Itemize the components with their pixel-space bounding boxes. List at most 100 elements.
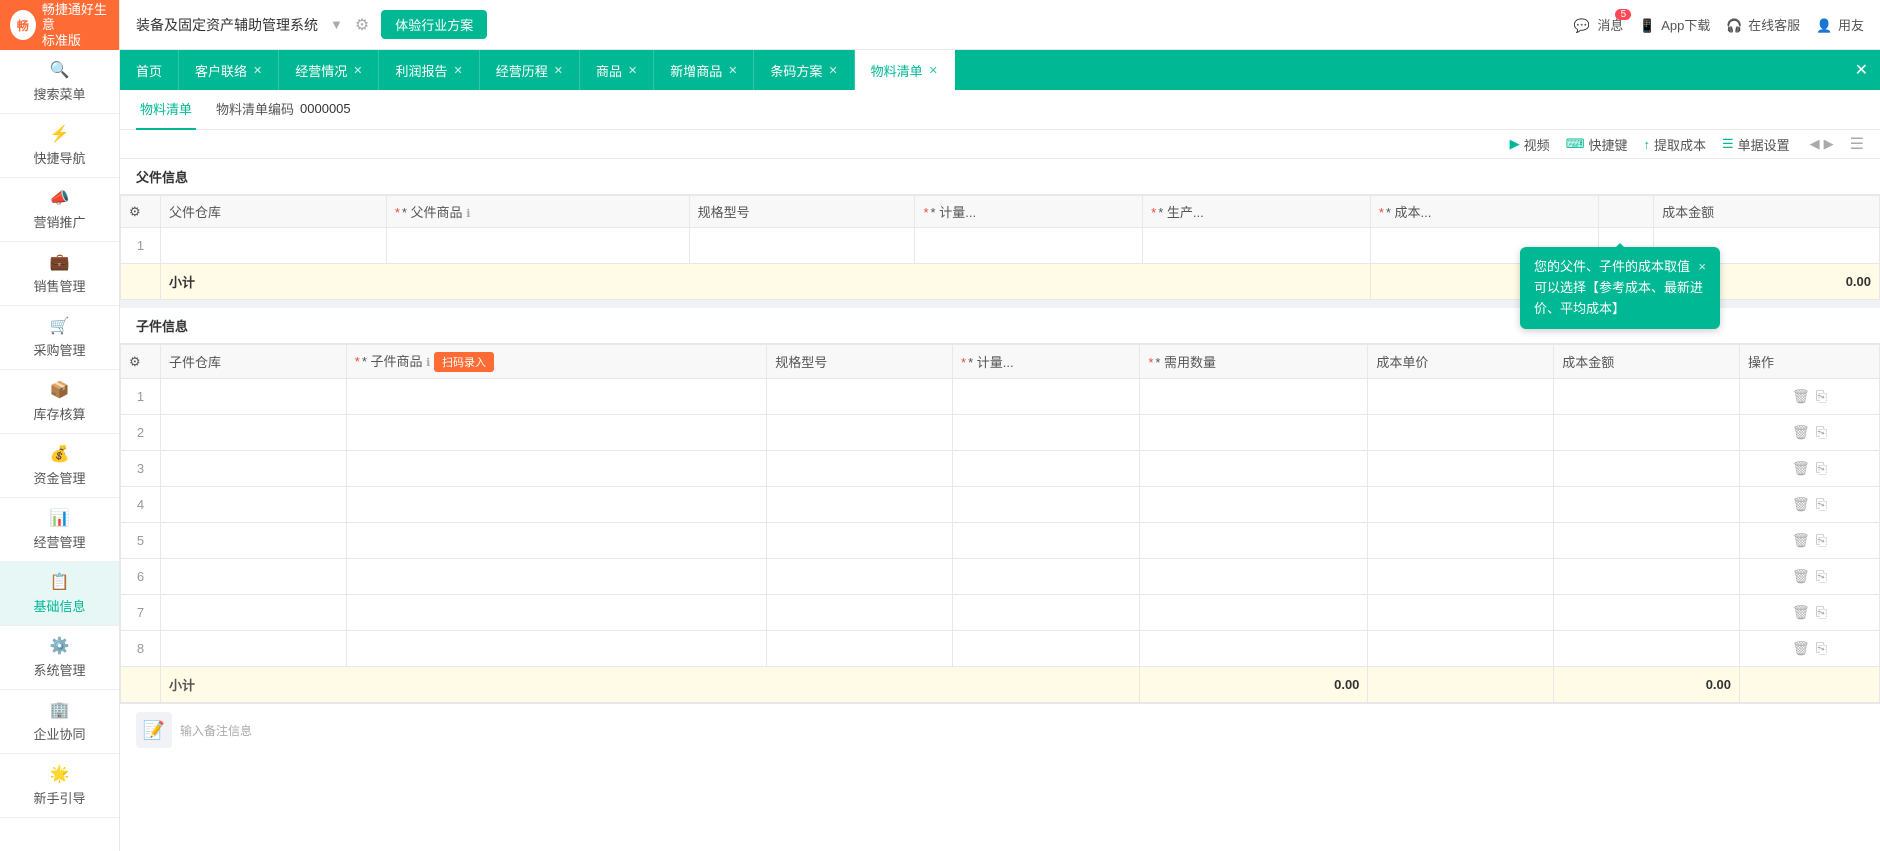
child-qty-7[interactable]	[1140, 595, 1368, 631]
trial-btn[interactable]: 体验行业方案	[381, 10, 487, 39]
delete-icon-6[interactable]: 🗑	[1792, 568, 1810, 585]
sidebar-item-enterprise[interactable]: 🏢 企业协同	[0, 690, 119, 754]
child-warehouse-6[interactable]	[161, 559, 347, 595]
online-service-btn[interactable]: 🎧 在线客服	[1726, 15, 1800, 34]
tab-barcode[interactable]: 条码方案 ✕	[754, 50, 854, 90]
parent-goods-1[interactable]	[386, 228, 689, 264]
sub-tab-material-code[interactable]: 物料清单编码 0000005	[212, 90, 355, 130]
child-warehouse-5[interactable]	[161, 523, 347, 559]
toolbar-shortcut-btn[interactable]: ⌨ 快捷键	[1566, 135, 1628, 154]
sidebar-item-sales[interactable]: 💼 销售管理	[0, 242, 119, 306]
tab-profit-close[interactable]: ✕	[454, 64, 463, 77]
copy-icon-6[interactable]: ⎘	[1816, 568, 1827, 585]
user-menu[interactable]: 👤 用友	[1816, 15, 1864, 34]
copy-icon-2[interactable]: ⎘	[1816, 424, 1827, 441]
parent-warehouse-1[interactable]	[161, 228, 387, 264]
toolbar-arrow-left[interactable]: ◀	[1810, 136, 1820, 152]
tab-barcode-close[interactable]: ✕	[828, 64, 837, 77]
child-warehouse-1[interactable]	[161, 379, 347, 415]
tab-customer[interactable]: 客户联络 ✕	[179, 50, 279, 90]
child-goods-2[interactable]	[346, 415, 766, 451]
dropdown-arrow-icon[interactable]: ▼	[330, 17, 343, 32]
tab-goods-close[interactable]: ✕	[628, 64, 637, 77]
child-unit-cost-4[interactable]	[1368, 487, 1554, 523]
tab-add-goods[interactable]: 新增商品 ✕	[654, 50, 754, 90]
sub-tab-material-list[interactable]: 物料清单	[136, 90, 196, 130]
delete-icon-2[interactable]: 🗑	[1792, 424, 1810, 441]
bottom-note-icon[interactable]: 📝	[136, 712, 172, 748]
child-spec-7[interactable]	[767, 595, 953, 631]
delete-icon-5[interactable]: 🗑	[1792, 532, 1810, 549]
child-spec-2[interactable]	[767, 415, 953, 451]
child-unit-cost-7[interactable]	[1368, 595, 1554, 631]
child-goods-8[interactable]	[346, 631, 766, 667]
child-warehouse-2[interactable]	[161, 415, 347, 451]
copy-icon-4[interactable]: ⎘	[1816, 496, 1827, 513]
message-btn[interactable]: 💬 5 消息	[1574, 15, 1624, 34]
toolbar-menu-icon[interactable]: ☰	[1850, 134, 1864, 154]
sidebar-item-system[interactable]: ⚙️ 系统管理	[0, 626, 119, 690]
sidebar-item-search[interactable]: 🔍 搜索菜单	[0, 50, 119, 114]
sidebar-item-quick-nav[interactable]: ⚡ 快捷导航	[0, 114, 119, 178]
child-spec-8[interactable]	[767, 631, 953, 667]
child-warehouse-8[interactable]	[161, 631, 347, 667]
sidebar-item-basic-info[interactable]: 📋 基础信息	[0, 562, 119, 626]
child-unit-cost-2[interactable]	[1368, 415, 1554, 451]
delete-icon-1[interactable]: 🗑	[1792, 388, 1810, 405]
child-unit-cost-6[interactable]	[1368, 559, 1554, 595]
parent-col-settings[interactable]: ⚙	[121, 196, 161, 228]
child-goods-1[interactable]	[346, 379, 766, 415]
tab-customer-close[interactable]: ✕	[253, 64, 262, 77]
child-qty-2[interactable]	[1140, 415, 1368, 451]
child-spec-6[interactable]	[767, 559, 953, 595]
tab-material-close[interactable]: ✕	[929, 64, 938, 77]
copy-icon-1[interactable]: ⎘	[1816, 388, 1827, 405]
sidebar-item-inventory[interactable]: 📦 库存核算	[0, 370, 119, 434]
copy-icon-8[interactable]: ⎘	[1816, 640, 1827, 657]
child-goods-3[interactable]	[346, 451, 766, 487]
child-unit-4[interactable]	[953, 487, 1140, 523]
tab-add-goods-close[interactable]: ✕	[728, 64, 737, 77]
child-spec-1[interactable]	[767, 379, 953, 415]
child-goods-7[interactable]	[346, 595, 766, 631]
child-goods-4[interactable]	[346, 487, 766, 523]
close-all-tabs[interactable]: ✕	[1843, 60, 1880, 80]
child-unit-8[interactable]	[953, 631, 1140, 667]
delete-icon-3[interactable]: 🗑	[1792, 460, 1810, 477]
tab-history[interactable]: 经营历程 ✕	[480, 50, 580, 90]
child-unit-3[interactable]	[953, 451, 1140, 487]
child-unit-cost-3[interactable]	[1368, 451, 1554, 487]
tab-goods[interactable]: 商品 ✕	[580, 50, 654, 90]
child-unit-5[interactable]	[953, 523, 1140, 559]
sidebar-item-guide[interactable]: 🌟 新手引导	[0, 754, 119, 818]
child-qty-4[interactable]	[1140, 487, 1368, 523]
tab-operations[interactable]: 经营情况 ✕	[279, 50, 379, 90]
sidebar-item-operations[interactable]: 📊 经营管理	[0, 498, 119, 562]
child-unit-cost-5[interactable]	[1368, 523, 1554, 559]
copy-icon-5[interactable]: ⎘	[1816, 532, 1827, 549]
sidebar-item-marketing[interactable]: 📣 营销推广	[0, 178, 119, 242]
tab-home[interactable]: 首页	[120, 50, 179, 90]
child-warehouse-7[interactable]	[161, 595, 347, 631]
child-qty-5[interactable]	[1140, 523, 1368, 559]
child-unit-7[interactable]	[953, 595, 1140, 631]
tab-operations-close[interactable]: ✕	[353, 64, 362, 77]
delete-icon-4[interactable]: 🗑	[1792, 496, 1810, 513]
child-unit-cost-1[interactable]	[1368, 379, 1554, 415]
tab-material[interactable]: 物料清单 ✕	[855, 50, 955, 90]
child-warehouse-3[interactable]	[161, 451, 347, 487]
app-download-btn[interactable]: 📱 App下载	[1639, 15, 1710, 34]
sidebar-item-purchase[interactable]: 🛒 采购管理	[0, 306, 119, 370]
child-qty-3[interactable]	[1140, 451, 1368, 487]
delete-icon-8[interactable]: 🗑	[1792, 640, 1810, 657]
parent-production-1[interactable]	[1143, 228, 1371, 264]
child-unit-1[interactable]	[953, 379, 1140, 415]
toolbar-extract-cost-btn[interactable]: ↑ 提取成本	[1643, 135, 1706, 154]
parent-spec-1[interactable]	[689, 228, 915, 264]
tooltip-close-btn[interactable]: ×	[1698, 257, 1706, 278]
child-goods-5[interactable]	[346, 523, 766, 559]
sidebar-item-finance[interactable]: 💰 资金管理	[0, 434, 119, 498]
child-unit-2[interactable]	[953, 415, 1140, 451]
toolbar-view-btn[interactable]: ▶ 视频	[1510, 135, 1550, 154]
parent-unit-1[interactable]	[915, 228, 1143, 264]
